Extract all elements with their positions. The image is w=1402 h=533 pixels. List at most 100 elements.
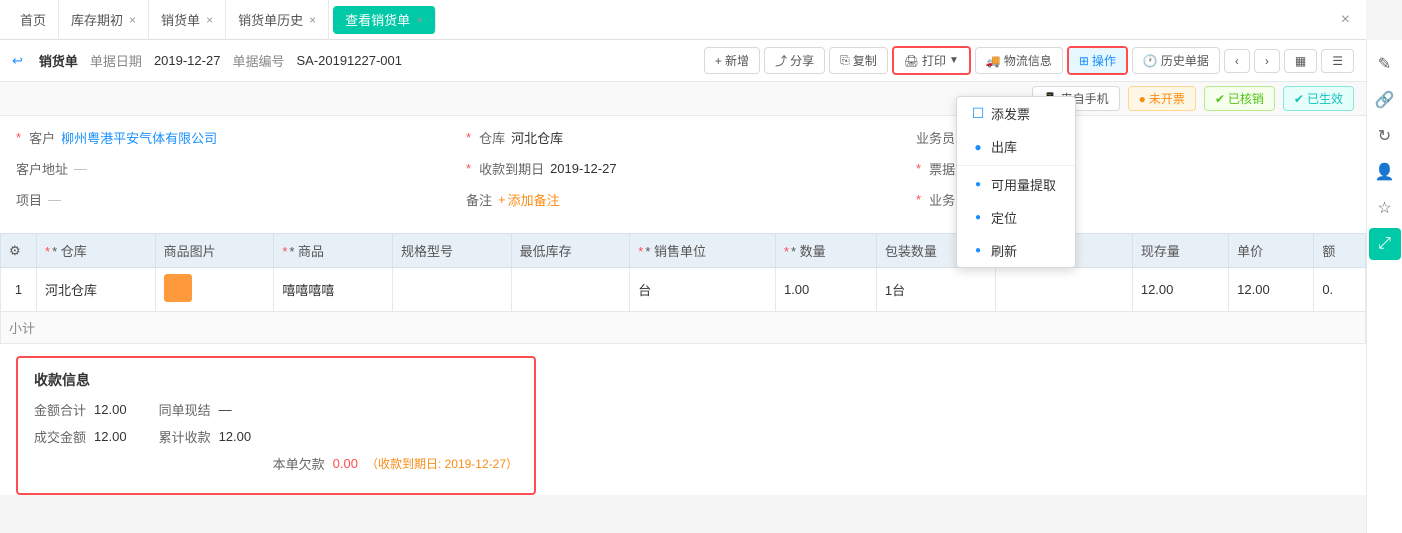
payment-date-value[interactable]: 2019-12-27 [550,161,617,176]
subtotal-row: 小计 [1,312,1366,344]
sidebar-user-icon[interactable]: 👤 [1369,156,1401,188]
col-product-header: ** 商品 [274,234,393,268]
confirmed-btn[interactable]: ✔ 已核销 [1204,86,1275,111]
sidebar-star-icon[interactable]: ☆ [1369,192,1401,224]
dropdown-refresh[interactable]: ● 刷新 [957,234,1075,267]
product-thumbnail [164,274,192,302]
grid-view-button[interactable]: ▦ [1284,49,1317,73]
effective-btn[interactable]: ✔ 已生效 [1283,86,1354,111]
next-button[interactable]: › [1254,49,1280,73]
subtotal-label: 小计 [1,312,1366,344]
add-note-btn[interactable]: + 添加备注 [498,190,560,209]
copy-button[interactable]: ⎘ 复制 [829,47,888,74]
col-warehouse-header: ** 仓库 [37,234,156,268]
doc-date-label: 单据日期 [90,51,142,70]
table-header-row: ⚙ ** 仓库 商品图片 ** 商品 规格型号 最低库存 [1,234,1366,268]
doc-icon: ↩ [12,53,23,69]
tab-inventory-init-close[interactable]: × [129,13,136,27]
outbound-icon: ● [971,140,985,154]
refresh-icon: ● [971,244,985,258]
table-section: ⚙ ** 仓库 商品图片 ** 商品 规格型号 最低库存 [0,233,1366,344]
cell-pack-qty[interactable]: 1台 [876,268,995,312]
warehouse-required: * [466,130,471,145]
tab-bar: 首页 库存期初 × 销货单 × 销货单历史 × 查看销货单 × × [0,0,1366,40]
summary-title: 收款信息 [34,370,518,390]
sidebar-refresh-icon[interactable]: ↻ [1369,120,1401,152]
form-row-1: * 客户 柳州粤港平安气体有限公司 * 仓库 河北仓库 业务员 演示账号 [16,128,1350,147]
print-dropdown-arrow[interactable]: ▼ [949,55,959,66]
cell-min-stock[interactable] [511,268,630,312]
form-row-2: 客户地址 — * 收款到期日 2019-12-27 * 票据类型 不开票 [16,159,1350,178]
salesperson-required: * [916,192,921,207]
tab-sales-history-close[interactable]: × [309,13,316,27]
col-min-stock-header: 最低库存 [511,234,630,268]
tab-sales-history-label: 销货单历史 [238,10,303,29]
tab-view-sales[interactable]: 查看销货单 × [333,6,436,34]
tab-view-sales-close[interactable]: × [416,13,423,27]
operation-dropdown: ☐ 添发票 ● 出库 ● 可用量提取 ● 定位 ● 刷新 [956,96,1076,268]
tab-view-sales-label: 查看销货单 [345,10,410,29]
operation-highlight-box: ⊞ 操作 [1067,46,1128,75]
form-row-3: 项目 — 备注 + 添加备注 * 业务员孟 — [16,190,1350,209]
cell-warehouse[interactable]: 河北仓库 [37,268,156,312]
not-open-btn[interactable]: ● 未开票 [1128,86,1196,111]
tab-inventory-init-label: 库存期初 [71,10,123,29]
plus-icon: + [498,192,506,207]
qty-icon: ● [971,178,985,192]
cell-sales-unit[interactable]: 台 [630,268,776,312]
operation-button[interactable]: ⊞ 操作 [1069,48,1126,73]
new-button[interactable]: + 新增 [704,47,760,74]
check-icon: ✔ [1215,92,1225,106]
payment-date-required: * [466,161,471,176]
cell-stock[interactable]: 12.00 [1132,268,1228,312]
logistics-button[interactable]: 🚚 物流信息 [975,47,1063,74]
tab-sales-order-close[interactable]: × [206,13,213,27]
dropdown-outbound[interactable]: ● 出库 [957,130,1075,163]
print-button[interactable]: 🖨 打印 ▼ [894,48,969,73]
dropdown-qty-retrieve[interactable]: ● 可用量提取 [957,168,1075,201]
gear-icon[interactable]: ⚙ [9,243,21,258]
tab-home-label: 首页 [20,10,46,29]
tab-sales-order[interactable]: 销货单 × [149,0,226,40]
tab-inventory-init[interactable]: 库存期初 × [59,0,149,40]
cell-available[interactable] [995,268,1132,312]
dropdown-add-invoice[interactable]: ☐ 添发票 [957,97,1075,130]
payment-date-field: * 收款到期日 2019-12-27 [466,159,900,178]
share-button[interactable]: ⤴ 分享 [764,47,825,74]
ticket-required: * [916,161,921,176]
status-bar: 📱 来自手机 ● 未开票 ✔ 已核销 ✔ 已生效 [0,82,1366,116]
col-quantity-header: ** 数量 [775,234,876,268]
warehouse-value[interactable]: 河北仓库 [511,128,563,147]
sidebar-expand-icon[interactable]: ⤢ [1369,228,1401,260]
list-view-button[interactable]: ☰ [1321,49,1354,73]
doc-type-label: 销货单 [39,51,78,70]
circle-icon: ● [1139,92,1146,106]
cell-unit-price[interactable]: 12.00 [1229,268,1314,312]
sidebar-link-icon[interactable]: 🔗 [1369,84,1401,116]
right-sidebar: ✎ 🔗 ↻ 👤 ☆ ⤢ [1366,40,1402,533]
dropdown-location[interactable]: ● 定位 [957,201,1075,234]
cell-amount[interactable]: 0. [1314,268,1366,312]
col-unit-price-header: 单价 [1229,234,1314,268]
prev-button[interactable]: ‹ [1224,49,1250,73]
history-button[interactable]: 🕐 历史单据 [1132,47,1220,74]
col-sales-unit-header: ** 销售单位 [630,234,776,268]
print-highlight-box: 🖨 打印 ▼ [892,46,971,75]
cell-product[interactable]: 嘻嘻嘻嘻 [274,268,393,312]
sidebar-edit-icon[interactable]: ✎ [1369,48,1401,80]
customer-field: * 客户 柳州粤港平安气体有限公司 [16,128,450,147]
doc-number-label: 单据编号 [232,51,284,70]
tab-sales-history[interactable]: 销货单历史 × [226,0,329,40]
project-field: 项目 — [16,190,450,209]
toolbar: ↩ 销货单 单据日期 2019-12-27 单据编号 SA-20191227-0… [0,40,1366,82]
col-settings-header[interactable]: ⚙ [1,234,37,268]
cell-spec[interactable] [392,268,511,312]
warehouse-field: * 仓库 河北仓库 [466,128,900,147]
summary-row-1: 金额合计 12.00 同单现结 — [34,400,518,419]
dropdown-divider-1 [957,165,1075,166]
cell-quantity[interactable]: 1.00 [775,268,876,312]
customer-value[interactable]: 柳州粤港平安气体有限公司 [61,128,217,147]
tab-bar-close-btn[interactable]: × [1333,11,1358,29]
doc-number-value: SA-20191227-001 [296,53,402,68]
tab-home[interactable]: 首页 [8,0,59,40]
